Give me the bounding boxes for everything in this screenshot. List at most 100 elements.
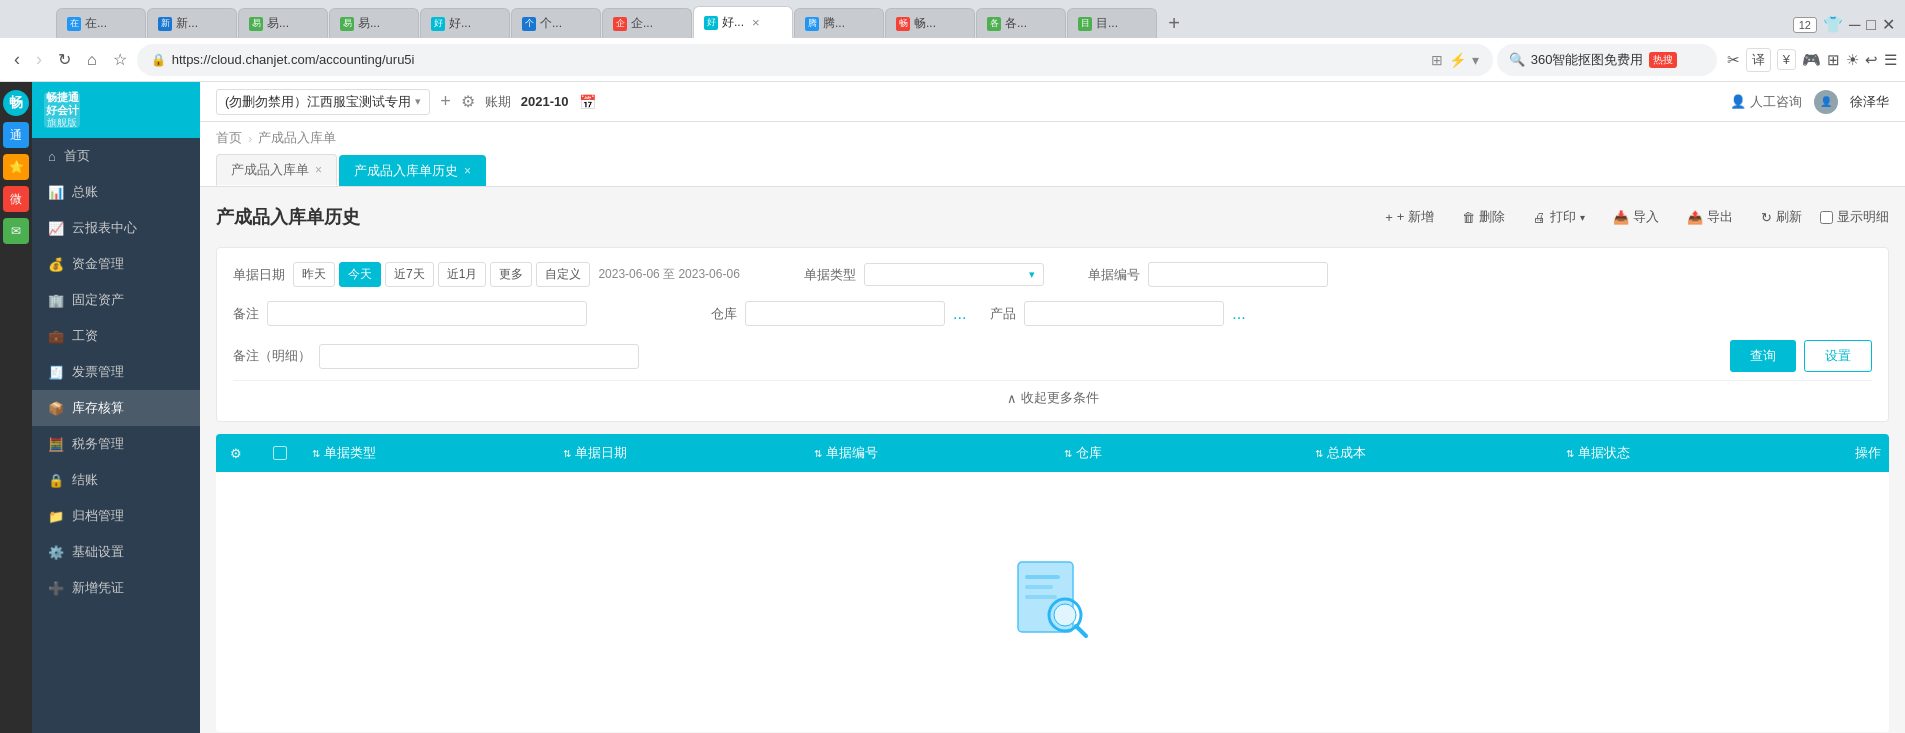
date-custom[interactable]: 自定义 [536,262,590,287]
print-button[interactable]: 🖨 打印 ▾ [1523,203,1595,231]
company-selector[interactable]: (勿删勿禁用）江西服宝测试专用 ▾ [216,89,430,115]
th-cost[interactable]: ⇅ 总成本 [1307,444,1558,462]
sidebar-item-inventory[interactable]: 📦 库存核算 [32,390,200,426]
product-dots[interactable]: ... [1232,305,1245,323]
tab-4[interactable]: 易 易... [329,8,419,38]
close-window-button[interactable]: ✕ [1882,15,1895,34]
type-select[interactable]: ▾ [864,263,1044,286]
remark-detail-input[interactable] [319,344,639,369]
tab-2[interactable]: 新 新... [147,8,237,38]
grid-icon[interactable]: ⊞ [1827,51,1840,69]
sidebar-item-reports[interactable]: 📈 云报表中心 [32,210,200,246]
tab-5[interactable]: 好 好... [420,8,510,38]
product-filter-group: 产品 ... [990,301,1245,326]
date-yesterday[interactable]: 昨天 [293,262,335,287]
tab-11[interactable]: 各 各... [976,8,1066,38]
warehouse-input[interactable] [745,301,945,326]
sun-icon[interactable]: ☀ [1846,51,1859,69]
tab-6[interactable]: 个 个... [511,8,601,38]
date-more[interactable]: 更多 [490,262,532,287]
add-company-button[interactable]: + [440,91,451,112]
refresh-page-button[interactable]: ↻ 刷新 [1751,203,1812,231]
period-calendar-button[interactable]: 📅 [579,94,596,110]
user-name[interactable]: 徐泽华 [1850,93,1889,111]
sidebar-item-tax[interactable]: 🧮 税务管理 [32,426,200,462]
delete-button[interactable]: 🗑 删除 [1452,203,1515,231]
sidebar-item-newbill[interactable]: ➕ 新增凭证 [32,570,200,606]
bookmark-button[interactable]: ☆ [107,46,133,73]
tab-history-close[interactable]: × [464,164,471,178]
tab-3[interactable]: 易 易... [238,8,328,38]
url-bar[interactable]: 🔒 https://cloud.chanjet.com/accounting/u… [137,44,1493,76]
remark-input[interactable] [267,301,587,326]
sidebar-item-ledger[interactable]: 📊 总账 [32,174,200,210]
show-fields-checkbox-label[interactable]: 显示明细 [1820,208,1889,226]
app-icon-weibo[interactable]: 微 [3,186,29,212]
forward-button[interactable]: › [30,45,48,74]
tab-12[interactable]: 目 目... [1067,8,1157,38]
tab-history[interactable]: 产成品入库单历史 × [339,155,486,186]
dropdown-icon[interactable]: ▾ [1472,52,1479,68]
warehouse-dots[interactable]: ... [953,305,966,323]
yuan-icon[interactable]: ¥ [1777,49,1796,70]
sidebar-item-invoice[interactable]: 🧾 发票管理 [32,354,200,390]
app-icon-mail[interactable]: ✉ [3,218,29,244]
tab-11-title: 各... [1005,15,1027,32]
tab-8-active[interactable]: 好 好... × [693,6,793,38]
settings-button[interactable]: 设置 [1804,340,1872,372]
game-icon[interactable]: 🎮 [1802,51,1821,69]
tab-9[interactable]: 腾 腾... [794,8,884,38]
maximize-button[interactable]: □ [1866,16,1876,34]
user-avatar[interactable]: 👤 [1814,90,1838,114]
date-7days[interactable]: 近7天 [385,262,434,287]
scissors-icon[interactable]: ✂ [1727,51,1740,69]
sidebar-item-archive[interactable]: 📁 归档管理 [32,498,200,534]
date-today[interactable]: 今天 [339,262,381,287]
th-status[interactable]: ⇅ 单据状态 [1558,444,1809,462]
th-type[interactable]: ⇅ 单据类型 [304,444,555,462]
tab-1[interactable]: 在 在... [56,8,146,38]
tab-8-close[interactable]: × [752,15,760,30]
new-tab-button[interactable]: + [1158,8,1190,38]
app-icon-yellow[interactable]: ⭐ [3,154,29,180]
translate-icon[interactable]: 译 [1746,48,1771,72]
company-settings-button[interactable]: ⚙ [461,92,475,111]
sidebar-item-settings[interactable]: ⚙️ 基础设置 [32,534,200,570]
th-checkbox[interactable] [256,446,304,460]
app-icon-blue[interactable]: 通 [3,122,29,148]
breadcrumb-home[interactable]: 首页 [216,129,242,147]
tab-10[interactable]: 畅 畅... [885,8,975,38]
search-bar[interactable]: 🔍 360智能抠图免费用 热搜 [1497,44,1717,76]
app-icon-chanjet[interactable]: 畅 [3,90,29,116]
th-warehouse[interactable]: ⇅ 仓库 [1056,444,1307,462]
th-number[interactable]: ⇅ 单据编号 [806,444,1057,462]
tab-list-close[interactable]: × [315,163,322,177]
export-button[interactable]: 📤 导出 [1677,203,1743,231]
show-fields-checkbox[interactable] [1820,211,1833,224]
tab-list[interactable]: 产成品入库单 × [216,154,337,186]
sidebar-item-assets[interactable]: 🏢 固定资产 [32,282,200,318]
minimize-button[interactable]: ─ [1849,16,1860,34]
number-input[interactable] [1148,262,1328,287]
th-settings[interactable]: ⚙ [216,446,256,461]
query-button[interactable]: 查询 [1730,340,1796,372]
collapse-bar[interactable]: ∧ 收起更多条件 [233,380,1872,407]
breadcrumb-list[interactable]: 产成品入库单 [258,129,336,147]
sidebar-item-home[interactable]: ⌂ 首页 [32,138,200,174]
th-date[interactable]: ⇅ 单据日期 [555,444,806,462]
menu-icon[interactable]: ☰ [1884,51,1897,69]
undo-icon[interactable]: ↩ [1865,51,1878,69]
refresh-browser-button[interactable]: ↻ [52,46,77,73]
home-browser-button[interactable]: ⌂ [81,47,103,73]
product-input[interactable] [1024,301,1224,326]
user-service-link[interactable]: 👤 人工咨询 [1730,93,1802,111]
tab-7[interactable]: 企 企... [602,8,692,38]
back-button[interactable]: ‹ [8,45,26,74]
add-button[interactable]: + + 新增 [1375,203,1444,231]
sidebar-item-funds[interactable]: 💰 资金管理 [32,246,200,282]
shirt-icon[interactable]: 👕 [1823,15,1843,34]
date-1month[interactable]: 近1月 [438,262,487,287]
sidebar-item-closing[interactable]: 🔒 结账 [32,462,200,498]
import-button[interactable]: 📥 导入 [1603,203,1669,231]
sidebar-item-payroll[interactable]: 💼 工资 [32,318,200,354]
